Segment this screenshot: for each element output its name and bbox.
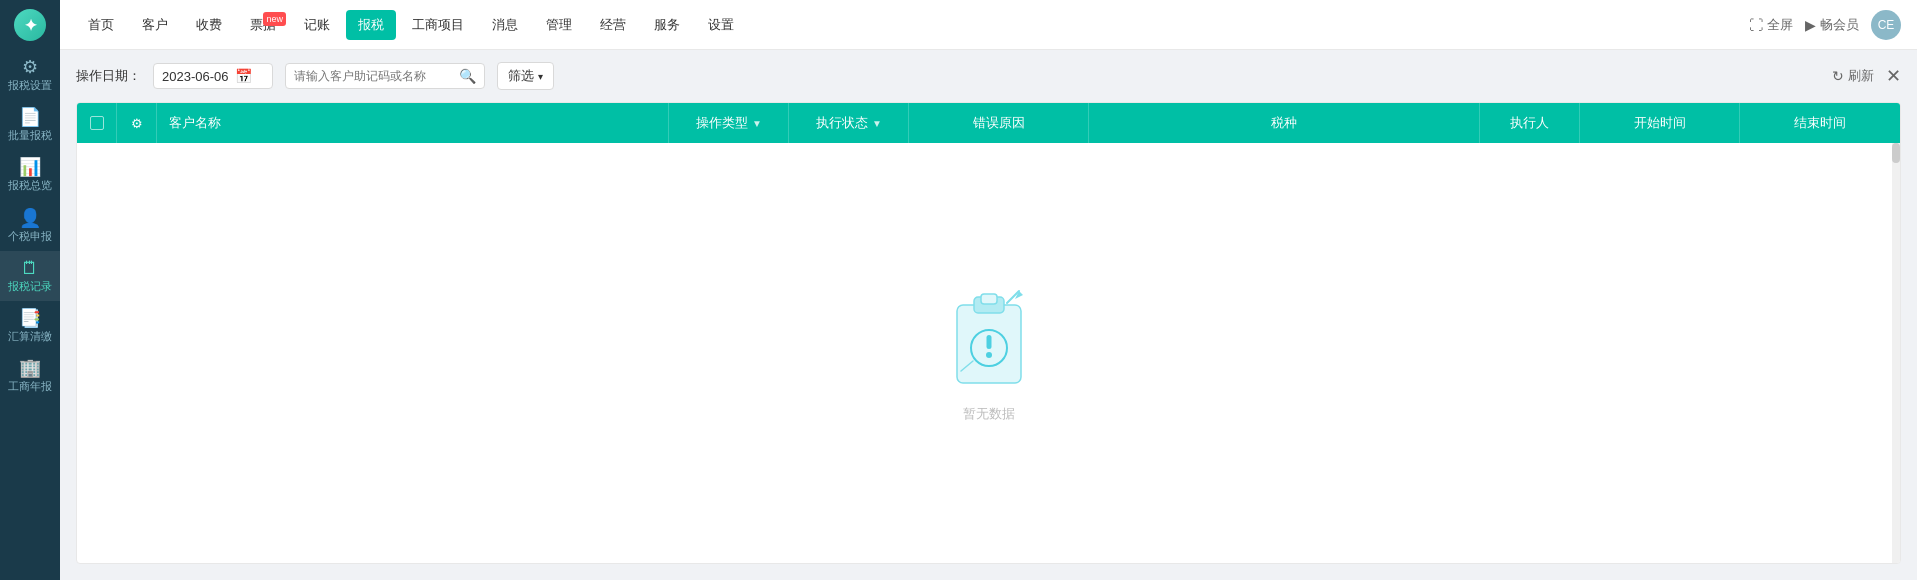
table-body: 暂无数据 <box>77 143 1900 563</box>
sidebar-item-label: 报税总览 <box>8 179 52 192</box>
svg-rect-4 <box>986 335 991 349</box>
filter-button[interactable]: 筛选 ▾ <box>497 62 554 90</box>
table-header: ⚙ 客户名称 操作类型 ▼ 执行状态 ▼ 错误原因 税种 <box>77 103 1900 143</box>
empty-illustration <box>939 283 1039 393</box>
chevron-down-icon: ▾ <box>538 71 543 82</box>
sidebar-item-label: 汇算清缴 <box>8 330 52 343</box>
svg-point-5 <box>986 352 992 358</box>
th-checkbox[interactable] <box>77 103 117 143</box>
sidebar-item-baoshui-jilu[interactable]: 🗒 报税记录 <box>0 251 60 301</box>
search-input-wrap: 🔍 <box>285 63 485 89</box>
scroll-thumb <box>1892 143 1900 163</box>
gear-icon: ⚙ <box>131 116 143 131</box>
sidebar-item-label: 工商年报 <box>8 380 52 393</box>
nav-right: ⛶ 全屏 ▶ 畅会员 CE <box>1749 10 1901 40</box>
sidebar: ✦ ⚙ 报税设置 📄 批量报税 📊 报税总览 👤 个税申报 🗒 报税记录 📑 汇… <box>0 0 60 580</box>
huisuan-jiaona-icon: 📑 <box>19 309 41 327</box>
member-icon: ▶ <box>1805 17 1816 33</box>
user-avatar[interactable]: CE <box>1871 10 1901 40</box>
nav-invoice[interactable]: 票据 new <box>238 10 288 40</box>
sidebar-item-baoshui-zonglang[interactable]: 📊 报税总览 <box>0 150 60 200</box>
fullscreen-button[interactable]: ⛶ 全屏 <box>1749 16 1793 34</box>
close-icon: ✕ <box>1886 66 1901 86</box>
nav-manage[interactable]: 管理 <box>534 10 584 40</box>
table-container: ⚙ 客户名称 操作类型 ▼ 执行状态 ▼ 错误原因 税种 <box>76 102 1901 564</box>
sidebar-item-baoshui-shezhi[interactable]: ⚙ 报税设置 <box>0 50 60 100</box>
nav-account[interactable]: 记账 <box>292 10 342 40</box>
sidebar-item-piliang-baoshui[interactable]: 📄 批量报税 <box>0 100 60 150</box>
gongshang-nianbao-icon: 🏢 <box>19 359 41 377</box>
sidebar-item-label: 批量报税 <box>8 129 52 142</box>
th-status[interactable]: 执行状态 ▼ <box>789 103 909 143</box>
member-button[interactable]: ▶ 畅会员 <box>1805 16 1859 34</box>
scroll-indicator[interactable] <box>1892 143 1900 563</box>
nav-message[interactable]: 消息 <box>480 10 530 40</box>
calendar-icon: 📅 <box>235 68 252 84</box>
toolbar-right: ↻ 刷新 ✕ <box>1832 67 1901 85</box>
fullscreen-icon: ⛶ <box>1749 17 1763 33</box>
th-op-type[interactable]: 操作类型 ▼ <box>669 103 789 143</box>
date-input[interactable]: 2023-06-06 📅 <box>153 63 273 89</box>
refresh-label: 刷新 <box>1848 67 1874 85</box>
filter-label: 筛选 <box>508 67 534 85</box>
toolbar: 操作日期： 2023-06-06 📅 🔍 筛选 ▾ ↻ 刷新 ✕ <box>60 50 1917 102</box>
baoshui-zonglang-icon: 📊 <box>19 158 41 176</box>
sidebar-item-huisuan-jiaona[interactable]: 📑 汇算清缴 <box>0 301 60 351</box>
baoshui-jilu-icon: 🗒 <box>21 259 39 277</box>
nav-settings[interactable]: 设置 <box>696 10 746 40</box>
sort-icon: ▼ <box>872 118 882 129</box>
sort-icon: ▼ <box>752 118 762 129</box>
nav-items: 首页 客户 收费 票据 new 记账 报税 工商项目 消息 <box>76 10 1749 40</box>
piliang-baoshui-icon: 📄 <box>19 108 41 126</box>
top-nav: 首页 客户 收费 票据 new 记账 报税 工商项目 消息 <box>60 0 1917 50</box>
nav-home[interactable]: 首页 <box>76 10 126 40</box>
refresh-icon: ↻ <box>1832 68 1844 84</box>
sidebar-item-label: 报税记录 <box>8 280 52 293</box>
refresh-button[interactable]: ↻ 刷新 <box>1832 67 1874 85</box>
new-badge: new <box>263 12 286 26</box>
empty-state: 暂无数据 <box>899 243 1079 463</box>
nav-tax[interactable]: 报税 <box>346 10 396 40</box>
header-checkbox[interactable] <box>90 116 104 130</box>
baoshui-shezhi-icon: ⚙ <box>22 58 38 76</box>
th-start-time: 开始时间 <box>1580 103 1740 143</box>
th-client-name: 客户名称 <box>157 103 669 143</box>
sidebar-item-geshuishenabao[interactable]: 👤 个税申报 <box>0 201 60 251</box>
nav-business[interactable]: 工商项目 <box>400 10 476 40</box>
empty-text: 暂无数据 <box>963 405 1015 423</box>
nav-service[interactable]: 服务 <box>642 10 692 40</box>
th-tax-type: 税种 <box>1089 103 1480 143</box>
app-logo: ✦ <box>14 9 46 41</box>
date-value: 2023-06-06 <box>162 69 229 84</box>
th-gear[interactable]: ⚙ <box>117 103 157 143</box>
content-area: 操作日期： 2023-06-06 📅 🔍 筛选 ▾ ↻ 刷新 ✕ <box>60 50 1917 580</box>
user-initials: CE <box>1878 18 1895 32</box>
th-end-time: 结束时间 <box>1740 103 1900 143</box>
nav-customer[interactable]: 客户 <box>130 10 180 40</box>
th-executor: 执行人 <box>1480 103 1580 143</box>
sidebar-logo: ✦ <box>0 0 60 50</box>
sidebar-item-gongshang-nianbao[interactable]: 🏢 工商年报 <box>0 351 60 401</box>
main-area: 首页 客户 收费 票据 new 记账 报税 工商项目 消息 <box>60 0 1917 580</box>
search-icon: 🔍 <box>459 68 476 84</box>
date-label: 操作日期： <box>76 67 141 85</box>
sidebar-item-label: 报税设置 <box>8 79 52 92</box>
search-input[interactable] <box>294 69 453 83</box>
geshuishenabao-icon: 👤 <box>19 209 41 227</box>
nav-operation[interactable]: 经营 <box>588 10 638 40</box>
svg-rect-2 <box>981 294 997 304</box>
th-error-reason: 错误原因 <box>909 103 1089 143</box>
sidebar-item-label: 个税申报 <box>8 230 52 243</box>
close-button[interactable]: ✕ <box>1886 67 1901 85</box>
nav-fee[interactable]: 收费 <box>184 10 234 40</box>
